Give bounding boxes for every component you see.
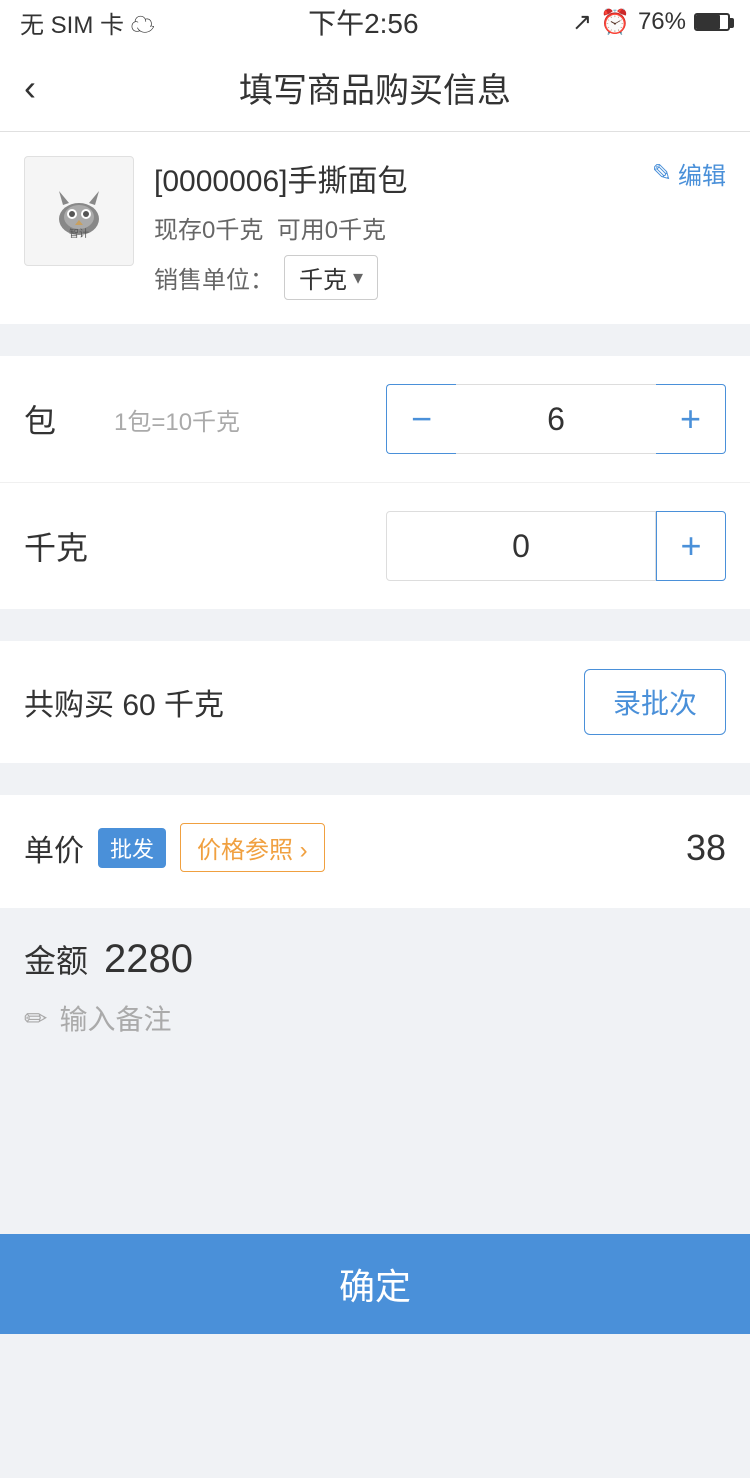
bag-control: − + [386, 384, 726, 454]
divider1 [0, 340, 750, 356]
alarm-icon: ⏰ [600, 8, 630, 37]
bag-decrease-button[interactable]: − [386, 384, 456, 454]
price-value: 38 [686, 827, 726, 869]
amount-value: 2280 [104, 937, 193, 982]
product-image: 智计 [24, 156, 134, 266]
amount-row: 金额 2280 [24, 936, 726, 982]
product-logo: 智计 [49, 181, 109, 241]
remark-icon: ✏ [24, 1002, 47, 1035]
price-reference-button[interactable]: 价格参照 › [180, 823, 325, 872]
kg-quantity-input[interactable] [386, 511, 656, 581]
record-batch-button[interactable]: 录批次 [584, 669, 726, 735]
bag-hint: 1包=10千克 [114, 402, 386, 437]
bag-row: 包 1包=10千克 − + [0, 356, 750, 483]
status-time: 下午2:56 [308, 2, 419, 42]
edit-button[interactable]: ✎ 编辑 [652, 156, 726, 191]
page-title: 填写商品购买信息 [239, 63, 511, 112]
price-row: 单价 批发 价格参照 › 38 [24, 823, 726, 872]
product-unit: 销售单位： 千克 ▾ [154, 255, 726, 300]
remark-placeholder: 输入备注 [59, 998, 171, 1038]
status-bar: 无 SIM 卡 ☁ 下午2:56 ↗ ⏰ 76% [0, 0, 750, 44]
kg-label: 千克 [24, 523, 104, 569]
kg-row: 千克 + [0, 483, 750, 609]
battery-icon [694, 13, 730, 31]
location-icon: ↗ [572, 8, 592, 37]
battery-level: 76% [638, 8, 686, 36]
status-right: ↗ ⏰ 76% [572, 8, 730, 37]
amount-section: 金额 2280 ✏ 输入备注 [0, 908, 750, 1038]
price-tag: 批发 [98, 828, 166, 868]
bag-quantity-input[interactable] [456, 384, 656, 454]
product-name: [0000006]手撕面包 [154, 156, 726, 200]
product-card: 智计 [0000006]手撕面包 现存0千克 可用0千克 销售单位： 千克 ▾ … [0, 132, 750, 324]
total-section: 共购买 60 千克 录批次 [0, 641, 750, 763]
kg-control: + [386, 511, 726, 581]
product-info: [0000006]手撕面包 现存0千克 可用0千克 销售单位： 千克 ▾ [154, 156, 726, 300]
divider2 [0, 625, 750, 641]
total-label: 共购买 60 千克 [24, 680, 224, 724]
price-label: 单价 [24, 826, 84, 870]
bag-label: 包 [24, 396, 104, 442]
confirm-button[interactable]: 确定 [0, 1234, 750, 1334]
remark-row[interactable]: ✏ 输入备注 [24, 998, 726, 1038]
svg-text:智计: 智计 [69, 227, 89, 240]
kg-increase-button[interactable]: + [656, 511, 726, 581]
unit-dropdown[interactable]: 千克 ▾ [284, 255, 378, 300]
back-button[interactable]: ‹ [24, 67, 36, 109]
nav-bar: ‹ 填写商品购买信息 [0, 44, 750, 132]
sim-status: 无 SIM 卡 ☁ [20, 5, 155, 40]
edit-icon: ✎ [652, 159, 672, 188]
quantity-section: 包 1包=10千克 − + 千克 + [0, 356, 750, 609]
status-left: 无 SIM 卡 ☁ [20, 5, 155, 40]
divider3 [0, 779, 750, 795]
price-section: 单价 批发 价格参照 › 38 [0, 795, 750, 908]
amount-label: 金额 [24, 936, 88, 982]
bag-increase-button[interactable]: + [656, 384, 726, 454]
product-stock: 现存0千克 可用0千克 [154, 210, 726, 245]
